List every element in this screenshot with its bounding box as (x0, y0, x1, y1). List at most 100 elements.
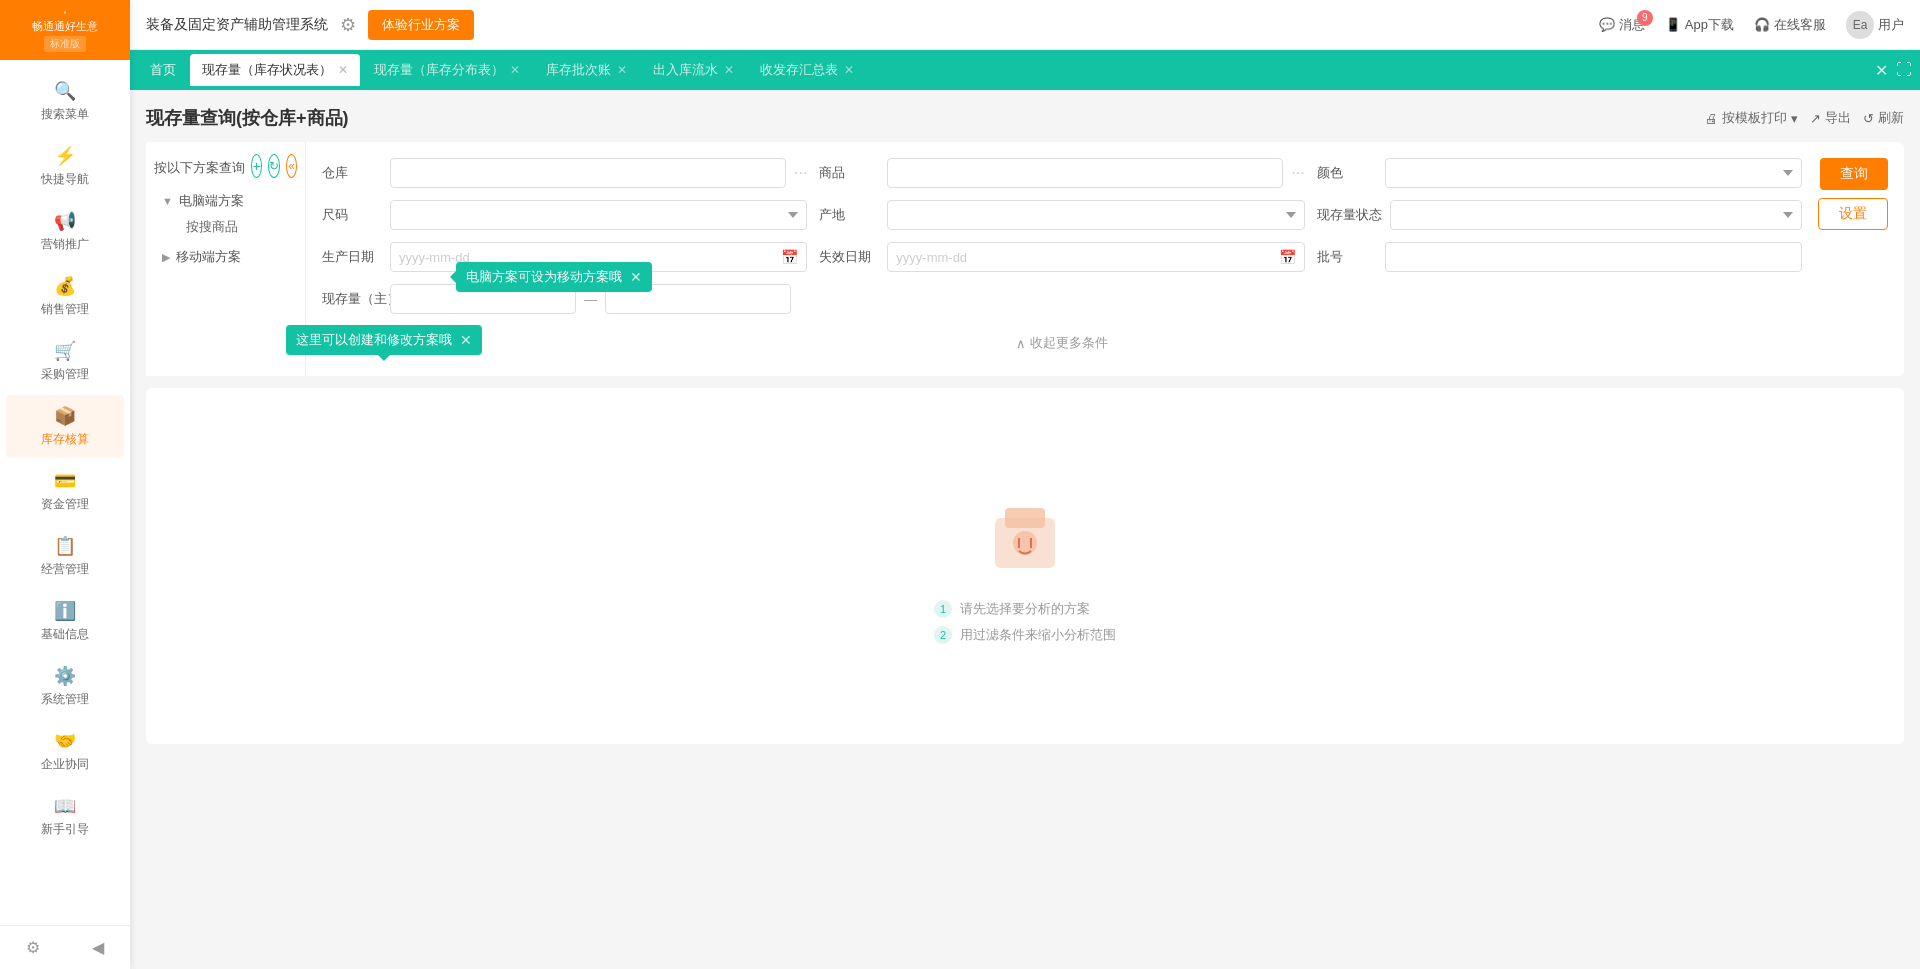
warehouse-field: 仓库 ··· (322, 158, 807, 188)
scheme-group-pc-label: 电脑端方案 (179, 192, 244, 210)
collapse-label: 收起更多条件 (1030, 334, 1108, 352)
tab-stock-dist[interactable]: 现存量（库存分布表） ✕ (362, 54, 532, 86)
title-actions: 🖨 按模板打印 ▾ ↗ 导出 ↺ 刷新 (1705, 109, 1904, 127)
scheme-group-mobile-header[interactable]: ▶ 移动端方案 (162, 244, 297, 270)
refresh-scheme-btn[interactable]: ↻ (268, 154, 280, 178)
sidebar-nav: 🔍 搜索菜单 ⚡ 快捷导航 📢 营销推广 💰 销售管理 🛒 采购管理 📦 库存核… (0, 60, 130, 925)
main-content: 装备及固定资产辅助管理系统 ⚙ 体验行业方案 💬 消息 9 📱 App下载 🎧 … (130, 0, 1920, 969)
scheme-panel: 按以下方案查询 + ↻ « ▼ 电脑端方案 按搜商品 (146, 142, 306, 376)
size-label: 尺码 (322, 206, 382, 224)
tooltip-scheme-mobile: 电脑方案可设为移动方案哦 ✕ (456, 262, 652, 292)
sidebar-item-sales[interactable]: 💰 销售管理 (6, 265, 124, 328)
sidebar-item-marketing[interactable]: 📢 营销推广 (6, 200, 124, 263)
tab-bar-end: ✕ ⛶ (1875, 61, 1912, 80)
warehouse-input[interactable] (390, 158, 786, 188)
tab-home[interactable]: 首页 (138, 54, 188, 86)
sidebar-item-quick-nav[interactable]: ⚡ 快捷导航 (6, 135, 124, 198)
tab-close-all-icon[interactable]: ✕ (1875, 61, 1888, 80)
tab-expand-icon[interactable]: ⛶ (1896, 61, 1912, 80)
tab-stock-status-close[interactable]: ✕ (338, 63, 348, 77)
online-service-btn[interactable]: 🎧 在线客服 (1754, 16, 1826, 34)
sidebar-item-finance[interactable]: 💳 资金管理 (6, 460, 124, 523)
scheme-item-goods[interactable]: 按搜商品 (162, 214, 297, 240)
tooltip-2-close[interactable]: ✕ (460, 332, 472, 348)
system-settings-icon[interactable]: ⚙ (340, 14, 356, 36)
sidebar-label-system: 系统管理 (41, 691, 89, 708)
sidebar-item-inventory[interactable]: 📦 库存核算 (6, 395, 124, 458)
size-select[interactable] (390, 200, 807, 230)
tab-batch-account[interactable]: 库存批次账 ✕ (534, 54, 639, 86)
tab-stock-status-label: 现存量（库存状况表） (202, 61, 332, 79)
empty-state: 1 请先选择要分析的方案 2 用过滤条件来缩小分析范围 (186, 428, 1864, 704)
page-area: 现存量查询(按仓库+商品) 🖨 按模板打印 ▾ ↗ 导出 ↺ 刷新 (130, 90, 1920, 969)
sidebar-label-operations: 经营管理 (41, 561, 89, 578)
system-name: 装备及固定资产辅助管理系统 (146, 16, 328, 34)
message-btn[interactable]: 💬 消息 9 (1599, 16, 1645, 34)
print-dropdown-icon: ▾ (1791, 111, 1798, 126)
sidebar-label-enterprise: 企业协同 (41, 756, 89, 773)
scheme-list: ▼ 电脑端方案 按搜商品 ▶ 移动端方案 (162, 188, 297, 270)
sidebar-item-enterprise[interactable]: 🤝 企业协同 (6, 720, 124, 783)
sidebar-item-operations[interactable]: 📋 经营管理 (6, 525, 124, 588)
tab-inout-flow[interactable]: 出入库流水 ✕ (641, 54, 746, 86)
marketing-icon: 📢 (54, 210, 76, 232)
tab-stock-dist-close[interactable]: ✕ (510, 63, 520, 77)
tab-recv-summary[interactable]: 收发存汇总表 ✕ (748, 54, 866, 86)
filter-right: 仓库 ··· 商品 ··· 颜色 (306, 142, 1818, 376)
expire-date-input[interactable]: yyyy-mm-dd 📅 (887, 242, 1304, 272)
tab-batch-account-close[interactable]: ✕ (617, 63, 627, 77)
tab-inout-flow-close[interactable]: ✕ (724, 63, 734, 77)
refresh-icon: ↺ (1863, 111, 1874, 126)
tip-num-2: 2 (934, 626, 952, 644)
sidebar-label-inventory: 库存核算 (41, 431, 89, 448)
message-badge: 9 (1637, 10, 1653, 26)
app-download-btn[interactable]: 📱 App下载 (1665, 16, 1734, 34)
batch-input[interactable] (1385, 242, 1802, 272)
goods-dots[interactable]: ··· (1291, 164, 1304, 182)
arrow-right-icon: ▶ (162, 251, 170, 264)
scheme-group-pc-header[interactable]: ▼ 电脑端方案 (162, 188, 297, 214)
scheme-group-mobile: ▶ 移动端方案 (162, 244, 297, 270)
search-btn[interactable]: 查询 (1820, 158, 1888, 190)
add-scheme-btn[interactable]: + (251, 154, 262, 178)
inventory-icon: 📦 (54, 405, 76, 427)
collapse-sidebar-btn[interactable]: ◀ (92, 938, 104, 957)
header-right: 💬 消息 9 📱 App下载 🎧 在线客服 Ea 用户 (1599, 11, 1904, 39)
export-btn[interactable]: ↗ 导出 (1810, 109, 1851, 127)
tooltip-1-close[interactable]: ✕ (630, 269, 642, 285)
sidebar-item-purchase[interactable]: 🛒 采购管理 (6, 330, 124, 393)
page-title-bar: 现存量查询(按仓库+商品) 🖨 按模板打印 ▾ ↗ 导出 ↺ 刷新 (146, 106, 1904, 130)
goods-label: 商品 (819, 164, 879, 182)
sidebar-item-system[interactable]: ⚙️ 系统管理 (6, 655, 124, 718)
arrow-down-icon: ▼ (162, 195, 173, 207)
settings-footer-btn[interactable]: ⚙ (26, 938, 40, 957)
tab-stock-status[interactable]: 现存量（库存状况表） ✕ (190, 54, 360, 86)
stock-status-select[interactable] (1390, 200, 1802, 230)
goods-input[interactable] (887, 158, 1283, 188)
sidebar: 6 畅通通好生意 标准版 🔍 搜索菜单 ⚡ 快捷导航 📢 营销推广 💰 销售管理… (0, 0, 130, 969)
range-dash: — (584, 292, 597, 307)
origin-select[interactable] (887, 200, 1304, 230)
sidebar-item-tutorial[interactable]: 📖 新手引导 (6, 785, 124, 848)
top-header: 装备及固定资产辅助管理系统 ⚙ 体验行业方案 💬 消息 9 📱 App下载 🎧 … (130, 0, 1920, 50)
back-scheme-btn[interactable]: « (286, 154, 297, 178)
produce-date-label: 生产日期 (322, 248, 382, 266)
stock-status-field: 现存量状态 (1317, 200, 1802, 230)
sidebar-item-search[interactable]: 🔍 搜索菜单 (6, 70, 124, 133)
warehouse-dots[interactable]: ··· (794, 164, 807, 182)
mobile-icon: 📱 (1665, 17, 1681, 32)
tab-recv-summary-close[interactable]: ✕ (844, 63, 854, 77)
sidebar-label-marketing: 营销推广 (41, 236, 89, 253)
color-select[interactable] (1385, 158, 1802, 188)
refresh-btn[interactable]: ↺ 刷新 (1863, 109, 1904, 127)
svg-point-4 (1013, 531, 1037, 555)
print-btn[interactable]: 🖨 按模板打印 ▾ (1705, 109, 1798, 127)
sidebar-item-basic-info[interactable]: ℹ️ 基础信息 (6, 590, 124, 653)
collapse-more-btn[interactable]: ∧ 收起更多条件 (322, 326, 1802, 360)
filter-label: 按以下方案查询 (154, 159, 245, 177)
user-menu[interactable]: Ea 用户 (1846, 11, 1904, 39)
industry-btn[interactable]: 体验行业方案 (368, 10, 474, 40)
reset-btn[interactable]: 设置 (1818, 198, 1888, 230)
quicknav-icon: ⚡ (54, 145, 76, 167)
expire-date-placeholder: yyyy-mm-dd (896, 250, 967, 265)
